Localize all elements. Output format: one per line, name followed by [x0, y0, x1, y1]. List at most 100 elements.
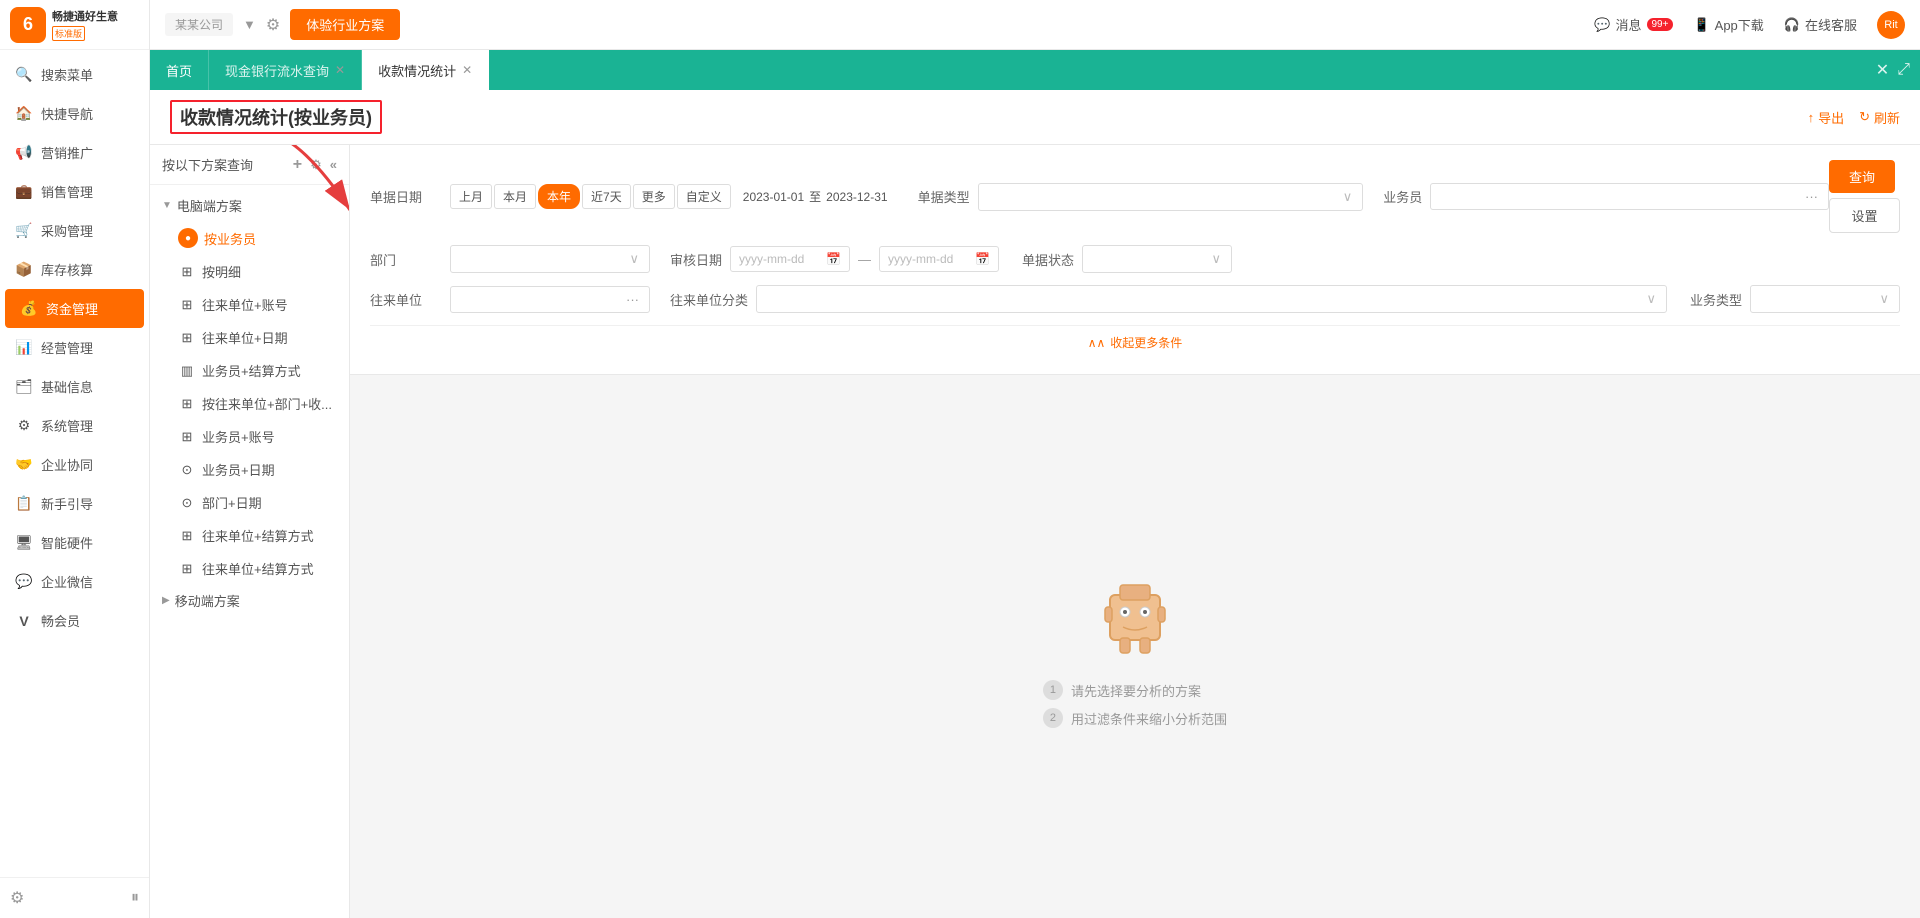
close-receipt-stats-icon[interactable]: ✕ — [462, 63, 472, 77]
calendar-icon[interactable]: 📅 — [826, 252, 841, 266]
collapse-bar[interactable]: ∧∧ 收起更多条件 — [370, 325, 1900, 359]
date-tab-more[interactable]: 更多 — [633, 184, 675, 209]
tab-home[interactable]: 首页 — [150, 50, 209, 90]
sidebar-item-system[interactable]: ⚙ 系统管理 — [0, 406, 149, 445]
sidebar-item-sales[interactable]: 💼 销售管理 — [0, 172, 149, 211]
member-icon: V — [15, 612, 33, 630]
date-tab-this-year[interactable]: 本年 — [538, 184, 580, 209]
empty-state: 1 请先选择要分析的方案 2 用过滤条件来缩小分析范围 — [1043, 565, 1227, 728]
scheme-item-salesperson-settlement[interactable]: ▥ 业务员+结算方式 — [150, 354, 349, 387]
sidebar-item-hardware[interactable]: 🖥 智能硬件 — [0, 523, 149, 562]
message-item[interactable]: 💬 消息 99+ — [1594, 15, 1673, 34]
settings-button[interactable]: 设置 — [1829, 198, 1900, 233]
business-type-label: 业务类型 — [1690, 290, 1742, 309]
sidebar-item-enterprise[interactable]: 🤝 企业协同 — [0, 445, 149, 484]
online-service-item[interactable]: 🎧 在线客服 — [1784, 15, 1857, 34]
scheme-item-by-salesperson[interactable]: ● 按业务员 — [150, 221, 349, 255]
home-icon: 🏠 — [15, 105, 33, 123]
doc-status-select[interactable]: ∨ — [1082, 245, 1232, 273]
salesperson-select[interactable]: ··· — [1430, 183, 1829, 210]
salesperson-more-icon[interactable]: ··· — [1805, 189, 1818, 204]
dropdown-icon[interactable]: ▼ — [243, 17, 256, 32]
vendor-category-group: 往来单位分类 ∨ 业务类型 ∨ — [670, 285, 1900, 313]
settings-icon[interactable]: ⚙ — [266, 15, 280, 35]
sidebar-item-member[interactable]: V 畅会员 — [0, 601, 149, 640]
sidebar-item-quicknav[interactable]: 🏠 快捷导航 — [0, 94, 149, 133]
settlement-icon: ▥ — [178, 362, 196, 380]
scheme-item-salesperson-date[interactable]: ⊙ 业务员+日期 — [150, 453, 349, 486]
scheme-item-vendor-dept[interactable]: ⊞ 按往来单位+部门+收... — [150, 387, 349, 420]
vendor-category-select[interactable]: ∨ — [756, 285, 1667, 313]
vendor-more-icon[interactable]: ··· — [626, 292, 639, 307]
collapse-sidebar-icon[interactable]: ⏸ — [131, 889, 139, 907]
doc-type-salesperson-row: 单据类型 ∨ 业务员 — [918, 183, 1829, 211]
sidebar-item-wechat[interactable]: 💬 企业微信 — [0, 562, 149, 601]
date-tab-last-month[interactable]: 上月 — [450, 184, 492, 209]
sidebar-item-inventory[interactable]: 📦 库存核算 — [0, 250, 149, 289]
close-window-icon[interactable]: ✕ — [1876, 60, 1889, 80]
header-right: 💬 消息 99+ 📱 App下载 🎧 在线客服 Rit — [1594, 11, 1905, 39]
sidebar-item-guide[interactable]: 📋 新手引导 — [0, 484, 149, 523]
mobile-scheme-header[interactable]: ▶ 移动端方案 — [150, 585, 349, 616]
vendor-select[interactable]: ··· — [450, 286, 650, 313]
tab-receipt-stats[interactable]: 收款情况统计 ✕ — [362, 50, 489, 90]
scheme-item-dept-date[interactable]: ⊙ 部门+日期 — [150, 486, 349, 519]
sidebar-item-finance[interactable]: 💰 资金管理 — [5, 289, 144, 328]
user-avatar[interactable]: Rit — [1877, 11, 1905, 39]
scheme-item-vendor-settlement1[interactable]: ⊞ 往来单位+结算方式 — [150, 519, 349, 552]
review-date-to[interactable]: yyyy-mm-dd 📅 — [879, 246, 999, 272]
desktop-scheme-header[interactable]: ▼ 电脑端方案 — [150, 190, 349, 221]
dept-select[interactable]: ∨ — [450, 245, 650, 273]
sidebar-item-operation[interactable]: 📊 经营管理 — [0, 328, 149, 367]
active-indicator: ● — [178, 228, 198, 248]
add-scheme-icon[interactable]: + — [293, 156, 302, 174]
filter-row-1: 单据日期 上月 本月 本年 近7天 更多 自定义 — [370, 160, 1900, 233]
tip-item-2: 2 用过滤条件来缩小分析范围 — [1043, 708, 1227, 728]
calendar-icon2[interactable]: 📅 — [975, 252, 990, 266]
dept-chevron: ∨ — [629, 251, 639, 267]
date-tab-7days[interactable]: 近7天 — [582, 184, 631, 209]
close-bank-flow-icon[interactable]: ✕ — [335, 63, 345, 77]
collapse-panel-icon[interactable]: « — [330, 157, 337, 172]
salesperson-group: 业务员 ··· — [1383, 183, 1829, 210]
trial-button[interactable]: 体验行业方案 — [290, 9, 400, 40]
main-content: 某某公司 ▼ ⚙ 体验行业方案 💬 消息 99+ 📱 App下载 🎧 在线客服 — [150, 0, 1920, 918]
scheme-item-salesperson-account[interactable]: ⊞ 业务员+账号 — [150, 420, 349, 453]
dept-date-icon: ⊙ — [178, 494, 196, 512]
system-icon: ⚙ — [15, 417, 33, 435]
panel-header-icons: + ⚙ « — [293, 156, 337, 174]
app-download-item[interactable]: 📱 App下载 — [1693, 15, 1763, 34]
salesperson-label: 业务员 — [1383, 187, 1422, 206]
scheme-item-by-detail[interactable]: ⊞ 按明细 — [150, 255, 349, 288]
export-button[interactable]: ↑ 导出 — [1808, 108, 1845, 127]
maximize-icon[interactable]: ⤢ — [1897, 61, 1910, 79]
sidebar-item-marketing[interactable]: 📢 营销推广 — [0, 133, 149, 172]
sidebar-item-purchase[interactable]: 🛒 采购管理 — [0, 211, 149, 250]
settings-bottom-icon[interactable]: ⚙ — [10, 888, 24, 908]
review-date-from[interactable]: yyyy-mm-dd 📅 — [730, 246, 850, 272]
review-date-group: 审核日期 yyyy-mm-dd 📅 — yyyy-mm-dd 📅 — [670, 245, 1900, 273]
query-button[interactable]: 查询 — [1829, 160, 1895, 193]
sidebar-item-basic[interactable]: 🗂 基础信息 — [0, 367, 149, 406]
page-title-bar: 收款情况统计(按业务员) ↑ 导出 ↻ 刷新 — [150, 90, 1920, 145]
date-tab-custom[interactable]: 自定义 — [677, 184, 731, 209]
vendor-account-icon: ⊞ — [178, 296, 196, 314]
tab-bank-flow[interactable]: 现金银行流水查询 ✕ — [209, 50, 362, 90]
date-range: 2023-01-01 至 2023-12-31 — [743, 188, 888, 205]
scheme-settings-icon[interactable]: ⚙ — [310, 157, 322, 173]
business-type-select[interactable]: ∨ — [1750, 285, 1900, 313]
left-panel: 按以下方案查询 + ⚙ « — [150, 145, 350, 918]
filter-row-2: 部门 ∨ 审核日期 yyyy-mm-dd 📅 — [370, 245, 1900, 273]
date-tab-this-month[interactable]: 本月 — [494, 184, 536, 209]
refresh-button[interactable]: ↻ 刷新 — [1859, 108, 1900, 127]
logo-area: 6 畅捷通好生意 标准版 — [0, 0, 149, 50]
tab-bar: 首页 现金银行流水查询 ✕ 收款情况统计 ✕ ✕ ⤢ — [150, 50, 1920, 90]
scheme-item-vendor-date[interactable]: ⊞ 往来单位+日期 — [150, 321, 349, 354]
sidebar-item-search[interactable]: 🔍 搜索菜单 — [0, 55, 149, 94]
scheme-item-vendor-settlement2[interactable]: ⊞ 往来单位+结算方式 — [150, 552, 349, 585]
scheme-item-vendor-account[interactable]: ⊞ 往来单位+账号 — [150, 288, 349, 321]
doc-type-select[interactable]: ∨ — [978, 183, 1364, 211]
content-area: 按以下方案查询 + ⚙ « — [150, 145, 1920, 918]
data-area: 1 请先选择要分析的方案 2 用过滤条件来缩小分析范围 — [350, 375, 1920, 918]
mobile-expand-icon: ▶ — [162, 595, 170, 606]
